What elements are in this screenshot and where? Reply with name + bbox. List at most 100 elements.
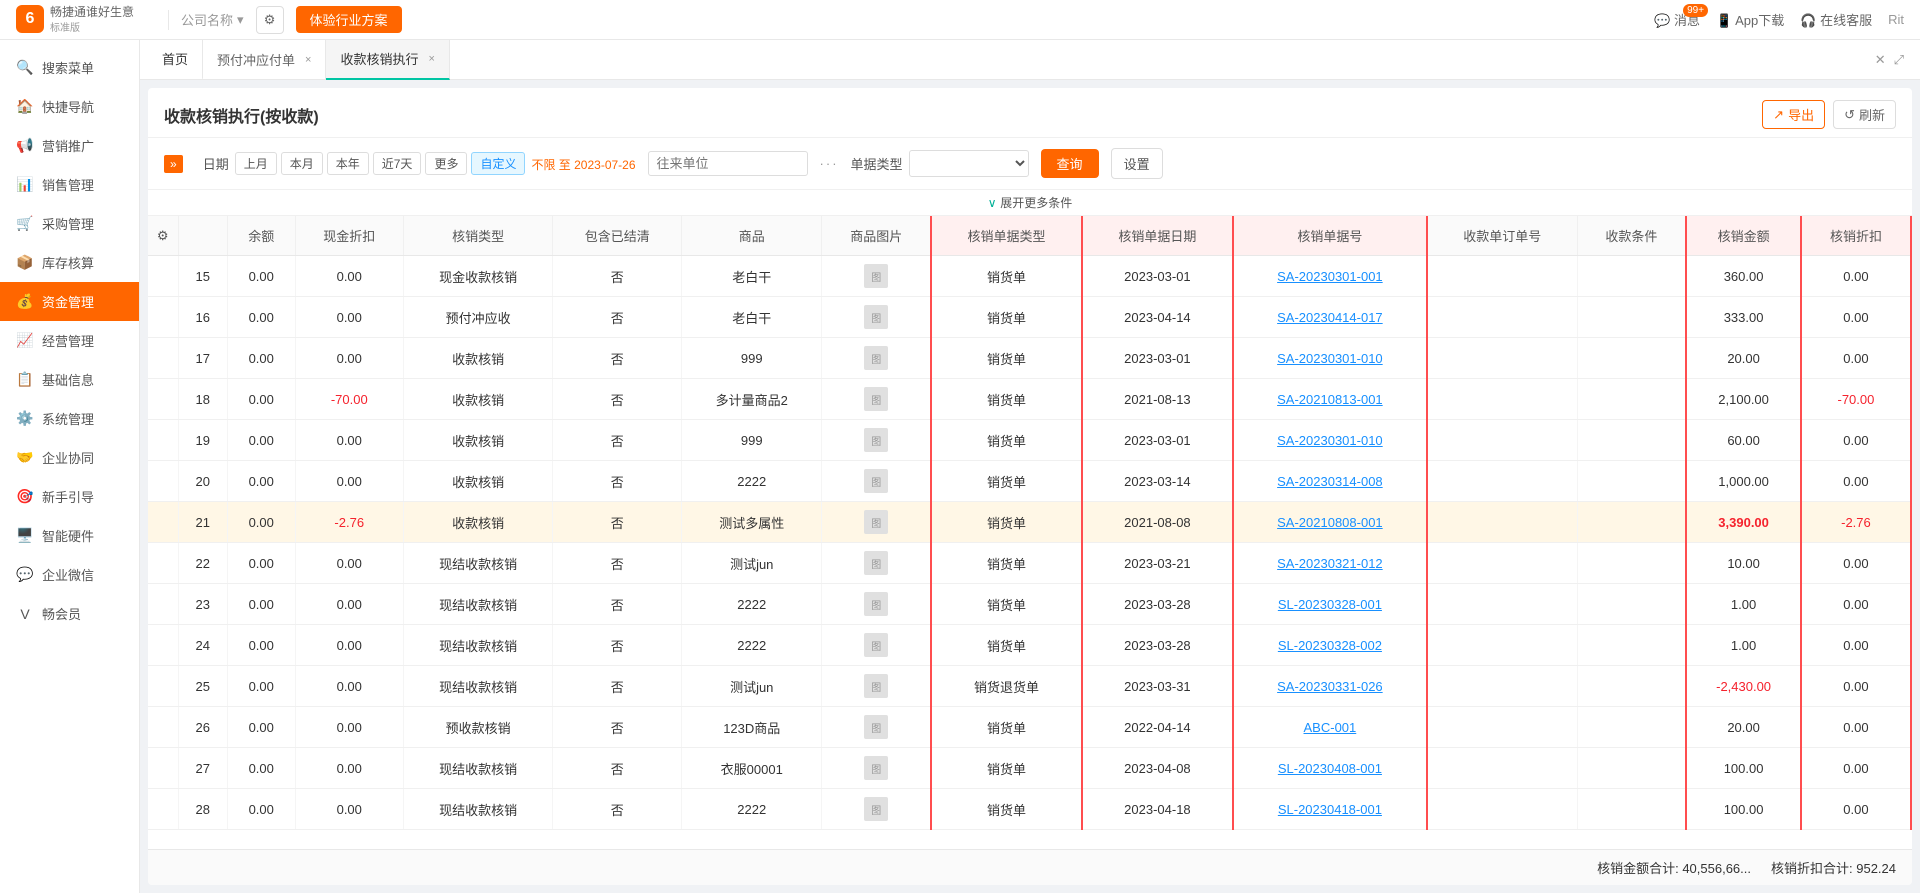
app-badge: 标准版 — [50, 19, 134, 34]
sidebar-item-collab[interactable]: 🤝 企业协同 — [0, 438, 139, 477]
collapse-arrow[interactable]: » — [164, 155, 183, 173]
setting-button[interactable]: 设置 — [1111, 148, 1163, 179]
date-btn-prev-month[interactable]: 上月 — [235, 152, 277, 175]
data-table: ⚙ 余额 现金折扣 核销类型 包含已结清 商品 商品图片 核销单据类型 核销单据… — [148, 216, 1912, 830]
cell-cancel-discount: 0.00 — [1801, 707, 1911, 748]
cell-cash-discount: -2.76 — [295, 502, 403, 543]
cell-bill-no[interactable]: SA-20230414-017 — [1233, 297, 1427, 338]
cell-cash-discount: -70.00 — [295, 379, 403, 420]
expand-filter-btn[interactable]: ∨ 展开更多条件 — [148, 190, 1912, 216]
bill-no-link[interactable]: SA-20210808-001 — [1277, 515, 1383, 530]
bill-no-link[interactable]: SL-20230328-001 — [1278, 597, 1382, 612]
bill-no-link[interactable]: SA-20210813-001 — [1277, 392, 1383, 407]
cell-receipt-cond — [1577, 543, 1686, 584]
cell-include-settled: 否 — [553, 420, 682, 461]
cell-bill-no[interactable]: SA-20210808-001 — [1233, 502, 1427, 543]
trial-button[interactable]: 体验行业方案 — [296, 6, 402, 33]
member-icon: V — [16, 605, 34, 623]
company-selector[interactable]: 公司名称 ▾ — [181, 10, 244, 29]
bill-no-link[interactable]: ABC-001 — [1304, 720, 1357, 735]
page-content: 收款核销执行(按收款) ↗ 导出 ↺ 刷新 » — [148, 88, 1912, 885]
message-button[interactable]: 💬 99+ 消息 — [1654, 10, 1700, 29]
cell-bill-no[interactable]: SA-20230314-008 — [1233, 461, 1427, 502]
cell-receipt-cond — [1577, 420, 1686, 461]
cell-bill-no[interactable]: SL-20230328-001 — [1233, 584, 1427, 625]
sidebar-item-member[interactable]: V 畅会员 — [0, 594, 139, 633]
cell-balance: 0.00 — [227, 461, 295, 502]
export-button[interactable]: ↗ 导出 — [1762, 100, 1825, 129]
tab-receipt[interactable]: 收款核销执行 × — [326, 40, 449, 80]
th-settings[interactable]: ⚙ — [148, 216, 178, 256]
tab-prepay-close[interactable]: × — [305, 54, 311, 66]
bill-no-link[interactable]: SL-20230328-002 — [1278, 638, 1382, 653]
cell-bill-no[interactable]: SL-20230408-001 — [1233, 748, 1427, 789]
cell-bill-date: 2021-08-13 — [1082, 379, 1233, 420]
bill-no-link[interactable]: SL-20230418-001 — [1278, 802, 1382, 817]
tab-receipt-close[interactable]: × — [428, 53, 434, 65]
bill-no-link[interactable]: SA-20230331-026 — [1277, 679, 1383, 694]
sidebar-item-purchase[interactable]: 🛒 采购管理 — [0, 204, 139, 243]
sidebar-item-quick[interactable]: 🏠 快捷导航 — [0, 87, 139, 126]
tab-prepay[interactable]: 预付冲应付单 × — [203, 40, 326, 80]
sidebar-item-hardware[interactable]: 🖥️ 智能硬件 — [0, 516, 139, 555]
cell-cancel-type: 预收款核销 — [403, 707, 552, 748]
tab-home[interactable]: 首页 — [148, 40, 203, 80]
sidebar-item-guide[interactable]: 🎯 新手引导 — [0, 477, 139, 516]
bill-type-select[interactable]: 销货单 销货退货单 — [909, 150, 1029, 177]
th-goods: 商品 — [682, 216, 822, 256]
th-cancel-amount: 核销金额 — [1686, 216, 1801, 256]
cell-receipt-order — [1427, 420, 1577, 461]
cell-bill-no[interactable]: SA-20230301-010 — [1233, 338, 1427, 379]
cell-cancel-discount: 0.00 — [1801, 297, 1911, 338]
bill-no-link[interactable]: SA-20230301-001 — [1277, 269, 1383, 284]
cell-bill-date: 2023-03-01 — [1082, 338, 1233, 379]
cell-balance: 0.00 — [227, 789, 295, 830]
refresh-button[interactable]: ↺ 刷新 — [1833, 100, 1896, 129]
maximize-icon[interactable]: ⤢ — [1894, 52, 1904, 68]
cell-cancel-type: 收款核销 — [403, 461, 552, 502]
date-btn-7days[interactable]: 近7天 — [373, 152, 422, 175]
bill-no-link[interactable]: SA-20230314-008 — [1277, 474, 1383, 489]
bill-no-link[interactable]: SL-20230408-001 — [1278, 761, 1382, 776]
cell-cancel-discount: 0.00 — [1801, 338, 1911, 379]
cell-bill-no[interactable]: SA-20230321-012 — [1233, 543, 1427, 584]
cell-bill-no[interactable]: ABC-001 — [1233, 707, 1427, 748]
date-btn-custom[interactable]: 自定义 — [471, 152, 525, 175]
query-button[interactable]: 查询 — [1041, 149, 1099, 178]
cell-bill-no[interactable]: SA-20230301-010 — [1233, 420, 1427, 461]
bill-no-link[interactable]: SA-20230301-010 — [1277, 351, 1383, 366]
bill-no-link[interactable]: SA-20230321-012 — [1277, 556, 1383, 571]
cell-bill-no[interactable]: SA-20230331-026 — [1233, 666, 1427, 707]
online-service-button[interactable]: 🎧 在线客服 — [1800, 10, 1872, 29]
cell-bill-type: 销货单 — [931, 502, 1082, 543]
sidebar-label-member: 畅会员 — [42, 604, 81, 623]
cell-seq: 17 — [178, 338, 227, 379]
bill-no-link[interactable]: SA-20230301-010 — [1277, 433, 1383, 448]
sidebar-item-operation[interactable]: 📈 经营管理 — [0, 321, 139, 360]
sidebar-item-finance[interactable]: 💰 资金管理 — [0, 282, 139, 321]
cell-bill-type: 销货单 — [931, 789, 1082, 830]
date-btn-more[interactable]: 更多 — [425, 152, 467, 175]
app-download-button[interactable]: 📱 App下载 — [1716, 10, 1784, 29]
cell-bill-no[interactable]: SL-20230328-002 — [1233, 625, 1427, 666]
table-row: 20 0.00 0.00 收款核销 否 2222 图 销货单 2023-03-1… — [148, 461, 1911, 502]
sidebar-item-marketing[interactable]: 📢 营销推广 — [0, 126, 139, 165]
sidebar-item-search[interactable]: 🔍 搜索菜单 — [0, 48, 139, 87]
close-window-icon[interactable]: ✕ — [1875, 52, 1886, 68]
cell-goods: 测试jun — [682, 543, 822, 584]
bill-no-link[interactable]: SA-20230414-017 — [1277, 310, 1383, 325]
settings-button[interactable]: ⚙ — [256, 6, 284, 34]
date-btn-this-month[interactable]: 本月 — [281, 152, 323, 175]
date-btn-this-year[interactable]: 本年 — [327, 152, 369, 175]
cell-include-settled: 否 — [553, 584, 682, 625]
cell-bill-no[interactable]: SA-20210813-001 — [1233, 379, 1427, 420]
sidebar-item-sales[interactable]: 📊 销售管理 — [0, 165, 139, 204]
sidebar-item-system[interactable]: ⚙️ 系统管理 — [0, 399, 139, 438]
cell-bill-no[interactable]: SL-20230418-001 — [1233, 789, 1427, 830]
sidebar-item-basic[interactable]: 📋 基础信息 — [0, 360, 139, 399]
sidebar-item-wechat[interactable]: 💬 企业微信 — [0, 555, 139, 594]
cell-bill-no[interactable]: SA-20230301-001 — [1233, 256, 1427, 297]
cell-goods: 多计量商品2 — [682, 379, 822, 420]
partner-input[interactable] — [648, 151, 808, 176]
sidebar-item-inventory[interactable]: 📦 库存核算 — [0, 243, 139, 282]
